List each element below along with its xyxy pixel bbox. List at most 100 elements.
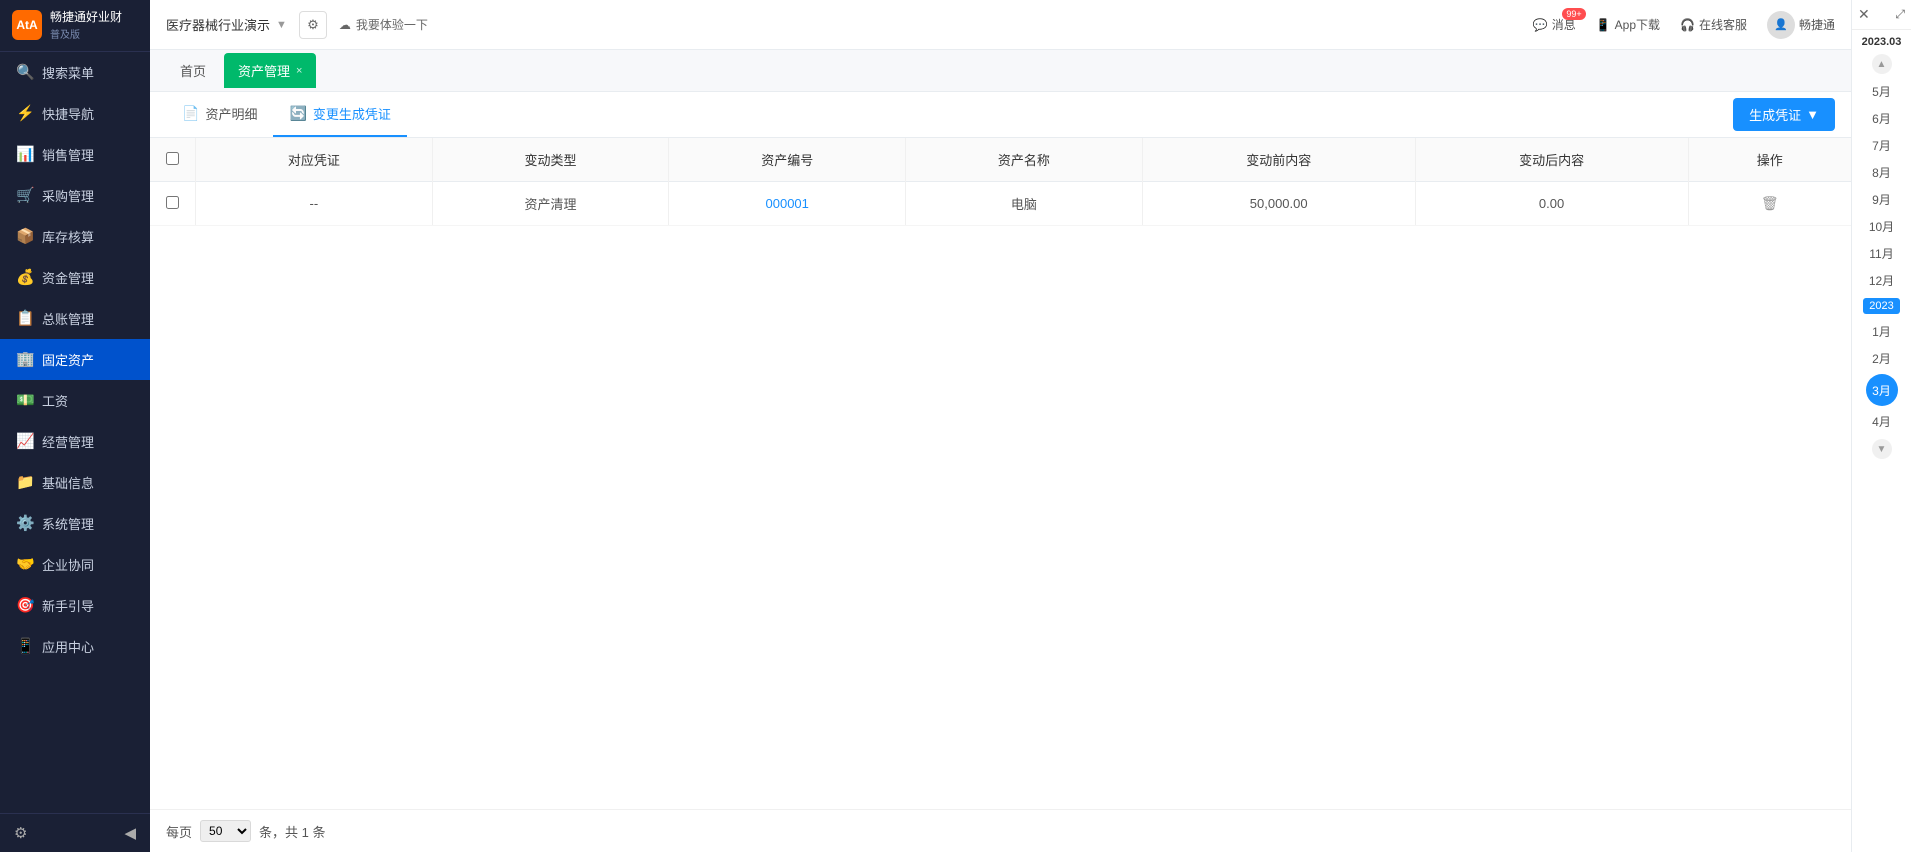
cell-action-0[interactable]: 🗑	[1688, 182, 1851, 226]
message-icon: 💬	[1533, 18, 1548, 32]
sidebar-item-guide[interactable]: 🎯 新手引导	[0, 585, 150, 626]
company-name: 医疗器械行业演示	[166, 15, 270, 34]
total-label: 条，共 1 条	[259, 822, 325, 841]
user-menu[interactable]: 👤 畅捷通	[1767, 11, 1835, 39]
sidebar-item-label-finance: 资金管理	[42, 268, 94, 287]
panel-close-button[interactable]: ✕	[1858, 6, 1870, 23]
sidebar: AtA 畅捷通好业财 普及版 🔍 搜索菜单 ⚡ 快捷导航 📊 销售管理 🛒 采购…	[0, 0, 150, 852]
subtab-asset-detail[interactable]: 📄 资产明细	[166, 92, 273, 137]
col-after: 变动后内容	[1415, 138, 1688, 182]
year-marker[interactable]: 2023	[1863, 298, 1899, 314]
month-item[interactable]: 10月	[1869, 213, 1894, 240]
sidebar-item-search[interactable]: 🔍 搜索菜单	[0, 52, 150, 93]
sidebar-item-label-payroll: 工资	[42, 391, 68, 410]
sidebar-item-label-ledger: 总账管理	[42, 309, 94, 328]
sidebar-item-enterprise[interactable]: 🤝 企业协同	[0, 544, 150, 585]
month-item-4月[interactable]: 4月	[1866, 408, 1898, 435]
month-item-2月[interactable]: 2月	[1866, 345, 1898, 372]
month-item[interactable]: 7月	[1869, 132, 1894, 159]
main-area: 医疗器械行业演示 ▼ ⚙ ☁ 我要体验一下 💬 消息 99+ 📱 App下载 🎧…	[150, 0, 1851, 852]
pagination: 每页 50 10 20 100 条，共 1 条	[150, 809, 1851, 852]
sidebar-item-inventory[interactable]: 📦 库存核算	[0, 216, 150, 257]
dropdown-arrow-icon: ▼	[1806, 107, 1819, 122]
sidebar-item-fixedasset[interactable]: 🏢 固定资产	[0, 339, 150, 380]
per-page-select[interactable]: 50 10 20 100	[200, 820, 251, 842]
gear-icon: ⚙	[307, 17, 319, 33]
cell-change-type-0: 资产清理	[432, 182, 669, 226]
month-item-1月[interactable]: 1月	[1866, 318, 1898, 345]
sidebar-item-label-system: 系统管理	[42, 514, 94, 533]
search-icon: 🔍	[16, 63, 34, 81]
months-after-list: 1月2月3月4月	[1866, 318, 1898, 435]
month-item[interactable]: 6月	[1869, 105, 1894, 132]
topbar: 医疗器械行业演示 ▼ ⚙ ☁ 我要体验一下 💬 消息 99+ 📱 App下载 🎧…	[150, 0, 1851, 50]
sidebar-item-label-sales: 销售管理	[42, 145, 94, 164]
experience-label: 我要体验一下	[356, 16, 428, 33]
month-item[interactable]: 11月	[1869, 240, 1894, 267]
ledger-icon: 📋	[16, 309, 34, 327]
app-download-button[interactable]: 📱 App下载	[1596, 16, 1660, 33]
logo-title: 畅捷通好业财	[50, 10, 122, 26]
select-all-checkbox[interactable]	[166, 152, 179, 165]
delete-icon-0[interactable]: 🗑	[1761, 195, 1779, 211]
guide-icon: 🎯	[16, 596, 34, 614]
col-voucher: 对应凭证	[196, 138, 433, 182]
month-item-3月[interactable]: 3月	[1866, 374, 1898, 406]
app-download-label: App下载	[1615, 16, 1660, 33]
sidebar-item-quicknav[interactable]: ⚡ 快捷导航	[0, 93, 150, 134]
sidebar-item-label-basic: 基础信息	[42, 473, 94, 492]
month-item[interactable]: 12月	[1869, 267, 1894, 294]
tab-asset-mgmt-label: 资产管理	[238, 61, 290, 80]
tab-asset-mgmt[interactable]: 资产管理 ×	[224, 53, 316, 88]
sidebar-item-basic[interactable]: 📁 基础信息	[0, 462, 150, 503]
sidebar-item-payroll[interactable]: 💵 工资	[0, 380, 150, 421]
basic-icon: 📁	[16, 473, 34, 491]
tab-close-icon[interactable]: ×	[296, 65, 302, 77]
sidebar-item-purchase[interactable]: 🛒 采购管理	[0, 175, 150, 216]
settings-icon[interactable]: ⚙	[14, 824, 27, 842]
notifications-button[interactable]: 💬 消息 99+	[1533, 16, 1576, 33]
row-checkbox-0[interactable]	[166, 196, 179, 209]
col-asset-no: 资产编号	[669, 138, 906, 182]
select-all-col[interactable]	[150, 138, 196, 182]
tab-home[interactable]: 首页	[166, 53, 220, 88]
collapse-icon[interactable]: ◀	[124, 824, 136, 842]
panel-expand-button[interactable]: ⤢	[1895, 7, 1905, 22]
generate-voucher-button[interactable]: 生成凭证 ▼	[1733, 98, 1835, 131]
generate-voucher-label: 生成凭证	[1749, 105, 1801, 124]
month-item[interactable]: 9月	[1869, 186, 1894, 213]
panel-scroll-up-button[interactable]: ▲	[1872, 54, 1892, 74]
settings-button[interactable]: ⚙	[299, 11, 327, 39]
table-row: -- 资产清理 000001 电脑 50,000.00 0.00 🗑	[150, 182, 1851, 226]
customer-service-button[interactable]: 🎧 在线客服	[1680, 16, 1747, 33]
sidebar-item-system[interactable]: ⚙️ 系统管理	[0, 503, 150, 544]
subtab-change-voucher[interactable]: 🔄 变更生成凭证	[273, 92, 406, 137]
sidebar-item-appcenter[interactable]: 📱 应用中心	[0, 626, 150, 667]
sidebar-item-ledger[interactable]: 📋 总账管理	[0, 298, 150, 339]
avatar: 👤	[1767, 11, 1795, 39]
tabbar: 首页 资产管理 ×	[150, 50, 1851, 92]
table-icon: 📄	[182, 105, 199, 122]
logo-icon: AtA	[12, 10, 42, 40]
topbar-right: 💬 消息 99+ 📱 App下载 🎧 在线客服 👤 畅捷通	[1533, 11, 1835, 39]
sidebar-nav: 🔍 搜索菜单 ⚡ 快捷导航 📊 销售管理 🛒 采购管理 📦 库存核算 💰 资金管…	[0, 52, 150, 813]
sidebar-item-finance[interactable]: 💰 资金管理	[0, 257, 150, 298]
subtabs: 📄 资产明细 🔄 变更生成凭证 生成凭证 ▼	[150, 92, 1851, 138]
inventory-icon: 📦	[16, 227, 34, 245]
panel-scroll-down-button[interactable]: ▼	[1872, 439, 1892, 459]
purchase-icon: 🛒	[16, 186, 34, 204]
company-selector[interactable]: 医疗器械行业演示 ▼	[166, 15, 287, 34]
row-checkbox-cell-0[interactable]	[150, 182, 196, 226]
experience-button[interactable]: ☁ 我要体验一下	[339, 16, 428, 33]
change-icon: 🔄	[289, 105, 306, 122]
headset-icon: 🎧	[1680, 18, 1695, 32]
month-item[interactable]: 8月	[1869, 159, 1894, 186]
cloud-icon: ☁	[339, 18, 351, 32]
sidebar-item-sales[interactable]: 📊 销售管理	[0, 134, 150, 175]
sidebar-item-operation[interactable]: 📈 经营管理	[0, 421, 150, 462]
col-action: 操作	[1688, 138, 1851, 182]
cell-asset-no-0[interactable]: 000001	[669, 182, 906, 226]
sidebar-item-label-search: 搜索菜单	[42, 63, 94, 82]
month-item[interactable]: 5月	[1869, 78, 1894, 105]
sidebar-logo: AtA 畅捷通好业财 普及版	[0, 0, 150, 52]
